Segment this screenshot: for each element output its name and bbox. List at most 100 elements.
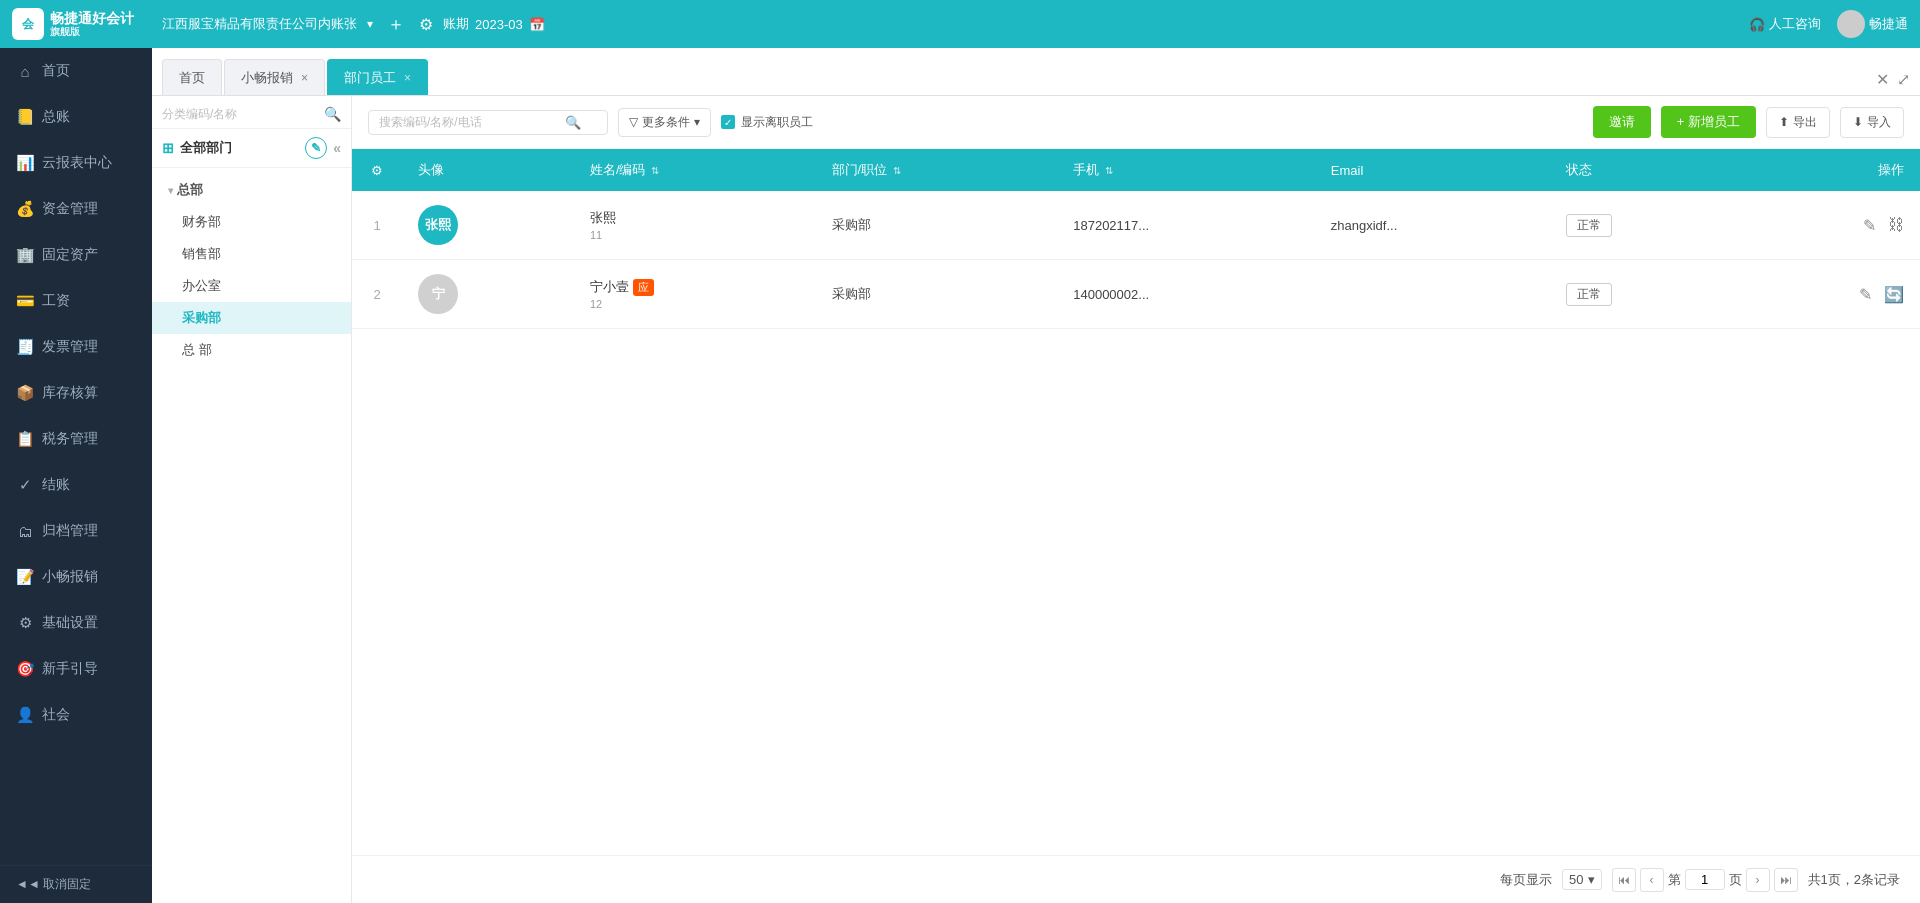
pin-toggle[interactable]: ◄◄ 取消固定 [0, 865, 152, 903]
sidebar-item-assets[interactable]: 🏢 固定资产 [0, 232, 152, 278]
sidebar-label-home: 首页 [42, 62, 70, 80]
dept-node-head[interactable]: ▾ 总部 [152, 174, 351, 206]
settings-icon[interactable]: ⚙ [419, 15, 433, 34]
sidebar-label-invoice: 发票管理 [42, 338, 98, 356]
top-header: 会 畅捷通好会计 旗舰版 江西服宝精品有限责任公司内账张 ▾ ＋ ⚙ 账期 20… [0, 0, 1920, 48]
dept-name-sales: 销售部 [182, 245, 221, 263]
col-email-header: Email [1315, 149, 1550, 191]
support-label: 人工咨询 [1769, 15, 1821, 33]
sidebar-item-settings[interactable]: ⚙ 基础设置 [0, 600, 152, 646]
import-button[interactable]: ⬇ 导入 [1840, 107, 1904, 138]
dept-edit-button[interactable]: ✎ [305, 137, 327, 159]
show-resigned-area[interactable]: ✓ 显示离职员工 [721, 114, 813, 131]
sidebar-label-salary: 工资 [42, 292, 70, 310]
dept-search-area: 🔍 [152, 96, 351, 129]
tab-home-label: 首页 [179, 69, 205, 87]
tab-expense[interactable]: 小畅报销 × [224, 59, 325, 95]
add-employee-button[interactable]: + 新增员工 [1661, 106, 1756, 138]
link-icon[interactable]: 🔄 [1884, 285, 1904, 304]
prev-page-button[interactable]: ‹ [1640, 868, 1664, 892]
employee-search-input[interactable] [379, 115, 559, 129]
row-dept: 采购部 [816, 191, 1058, 260]
sidebar-item-reports[interactable]: 📊 云报表中心 [0, 140, 152, 186]
col-settings[interactable]: ⚙ [352, 149, 402, 191]
tab-expense-label: 小畅报销 [241, 69, 293, 87]
per-page-select[interactable]: 50 ▾ [1562, 869, 1601, 890]
user-area[interactable]: 畅捷通 [1837, 10, 1908, 38]
sidebar-item-salary[interactable]: 💳 工资 [0, 278, 152, 324]
funds-icon: 💰 [16, 200, 34, 218]
dept-node-general[interactable]: 总 部 [152, 334, 351, 366]
sidebar-item-inventory[interactable]: 📦 库存核算 [0, 370, 152, 416]
sidebar-item-settlement[interactable]: ✓ 结账 [0, 462, 152, 508]
dept-node-sales[interactable]: 销售部 [152, 238, 351, 270]
more-icon: 👤 [16, 706, 34, 724]
row-status: 正常 [1550, 191, 1736, 260]
dept-all-departments[interactable]: ⊞ 全部部门 ✎ « [152, 129, 351, 168]
next-page-button[interactable]: › [1746, 868, 1770, 892]
tab-department[interactable]: 部门员工 × [327, 59, 428, 95]
filter-dropdown-icon: ▾ [694, 115, 700, 129]
edit-icon[interactable]: ✎ [1859, 285, 1872, 304]
dept-node-purchase[interactable]: 采购部 [152, 302, 351, 334]
col-dept-header[interactable]: 部门/职位 ⇅ [816, 149, 1058, 191]
dept-search-input[interactable] [162, 107, 324, 121]
dept-node-finance[interactable]: 财务部 [152, 206, 351, 238]
user-name: 畅捷通 [1869, 15, 1908, 33]
support-button[interactable]: 🎧 人工咨询 [1749, 15, 1821, 33]
tab-department-close[interactable]: × [404, 71, 411, 85]
table-row: 1 张熙 张熙 11 采购部 187202117... zhangxidf...… [352, 191, 1920, 260]
show-resigned-checkbox[interactable]: ✓ [721, 115, 735, 129]
sidebar-item-ledger[interactable]: 📒 总账 [0, 94, 152, 140]
tab-expense-close[interactable]: × [301, 71, 308, 85]
sidebar-label-funds: 资金管理 [42, 200, 98, 218]
sidebar-item-tax[interactable]: 📋 税务管理 [0, 416, 152, 462]
table-row: 2 宁 宁小壹应 12 采购部 140000002... 正常 ✎ 🔄 [352, 260, 1920, 329]
col-status-header: 状态 [1550, 149, 1736, 191]
more-filter-button[interactable]: ▽ 更多条件 ▾ [618, 108, 711, 137]
invoice-icon: 🧾 [16, 338, 34, 356]
export-button[interactable]: ⬆ 导出 [1766, 107, 1830, 138]
page-input[interactable] [1685, 869, 1725, 890]
col-phone-header[interactable]: 手机 ⇅ [1057, 149, 1315, 191]
dept-search-icon[interactable]: 🔍 [324, 106, 341, 122]
inventory-icon: 📦 [16, 384, 34, 402]
col-name-header[interactable]: 姓名/编码 ⇅ [574, 149, 816, 191]
row-email [1315, 260, 1550, 329]
tab-home[interactable]: 首页 [162, 59, 222, 95]
dept-collapse-button[interactable]: « [333, 140, 341, 156]
calendar-icon[interactable]: 📅 [529, 17, 545, 32]
invite-button[interactable]: 邀请 [1593, 106, 1651, 138]
dept-tree: ▾ 总部 财务部 销售部 办公室 采购部 [152, 168, 351, 903]
sidebar-item-home[interactable]: ⌂ 首页 [0, 48, 152, 94]
add-tab-button[interactable]: ＋ [383, 12, 409, 36]
dept-name-finance: 财务部 [182, 213, 221, 231]
dept-node-office[interactable]: 办公室 [152, 270, 351, 302]
last-page-button[interactable]: ⏭ [1774, 868, 1798, 892]
company-name[interactable]: 江西服宝精品有限责任公司内账张 [162, 15, 357, 33]
first-page-button[interactable]: ⏮ [1612, 868, 1636, 892]
logo-icon: 会 [12, 8, 44, 40]
sidebar-item-archive[interactable]: 🗂 归档管理 [0, 508, 152, 554]
maximize-icon[interactable]: ⤢ [1897, 70, 1910, 89]
tab-department-label: 部门员工 [344, 69, 396, 87]
close-window-icon[interactable]: ✕ [1876, 70, 1889, 89]
company-dropdown-icon[interactable]: ▾ [367, 17, 373, 31]
sidebar-item-funds[interactable]: 💰 资金管理 [0, 186, 152, 232]
sidebar-label-archive: 归档管理 [42, 522, 98, 540]
dept-name-purchase: 采购部 [182, 309, 221, 327]
row-avatar: 张熙 [402, 191, 574, 260]
employee-search-icon[interactable]: 🔍 [565, 115, 581, 130]
period-value[interactable]: 2023-03 [475, 17, 523, 32]
settlement-icon: ✓ [16, 476, 34, 494]
col-avatar-header: 头像 [402, 149, 574, 191]
ledger-icon: 📒 [16, 108, 34, 126]
sidebar-item-guide[interactable]: 🎯 新手引导 [0, 646, 152, 692]
dept-header-actions: ✎ « [305, 137, 341, 159]
reports-icon: 📊 [16, 154, 34, 172]
sidebar-item-more[interactable]: 👤 社会 [0, 692, 152, 738]
edit-icon[interactable]: ✎ [1863, 216, 1876, 235]
sidebar-item-expense[interactable]: 📝 小畅报销 [0, 554, 152, 600]
sidebar-item-invoice[interactable]: 🧾 发票管理 [0, 324, 152, 370]
link-icon[interactable]: ⛓ [1888, 216, 1904, 234]
